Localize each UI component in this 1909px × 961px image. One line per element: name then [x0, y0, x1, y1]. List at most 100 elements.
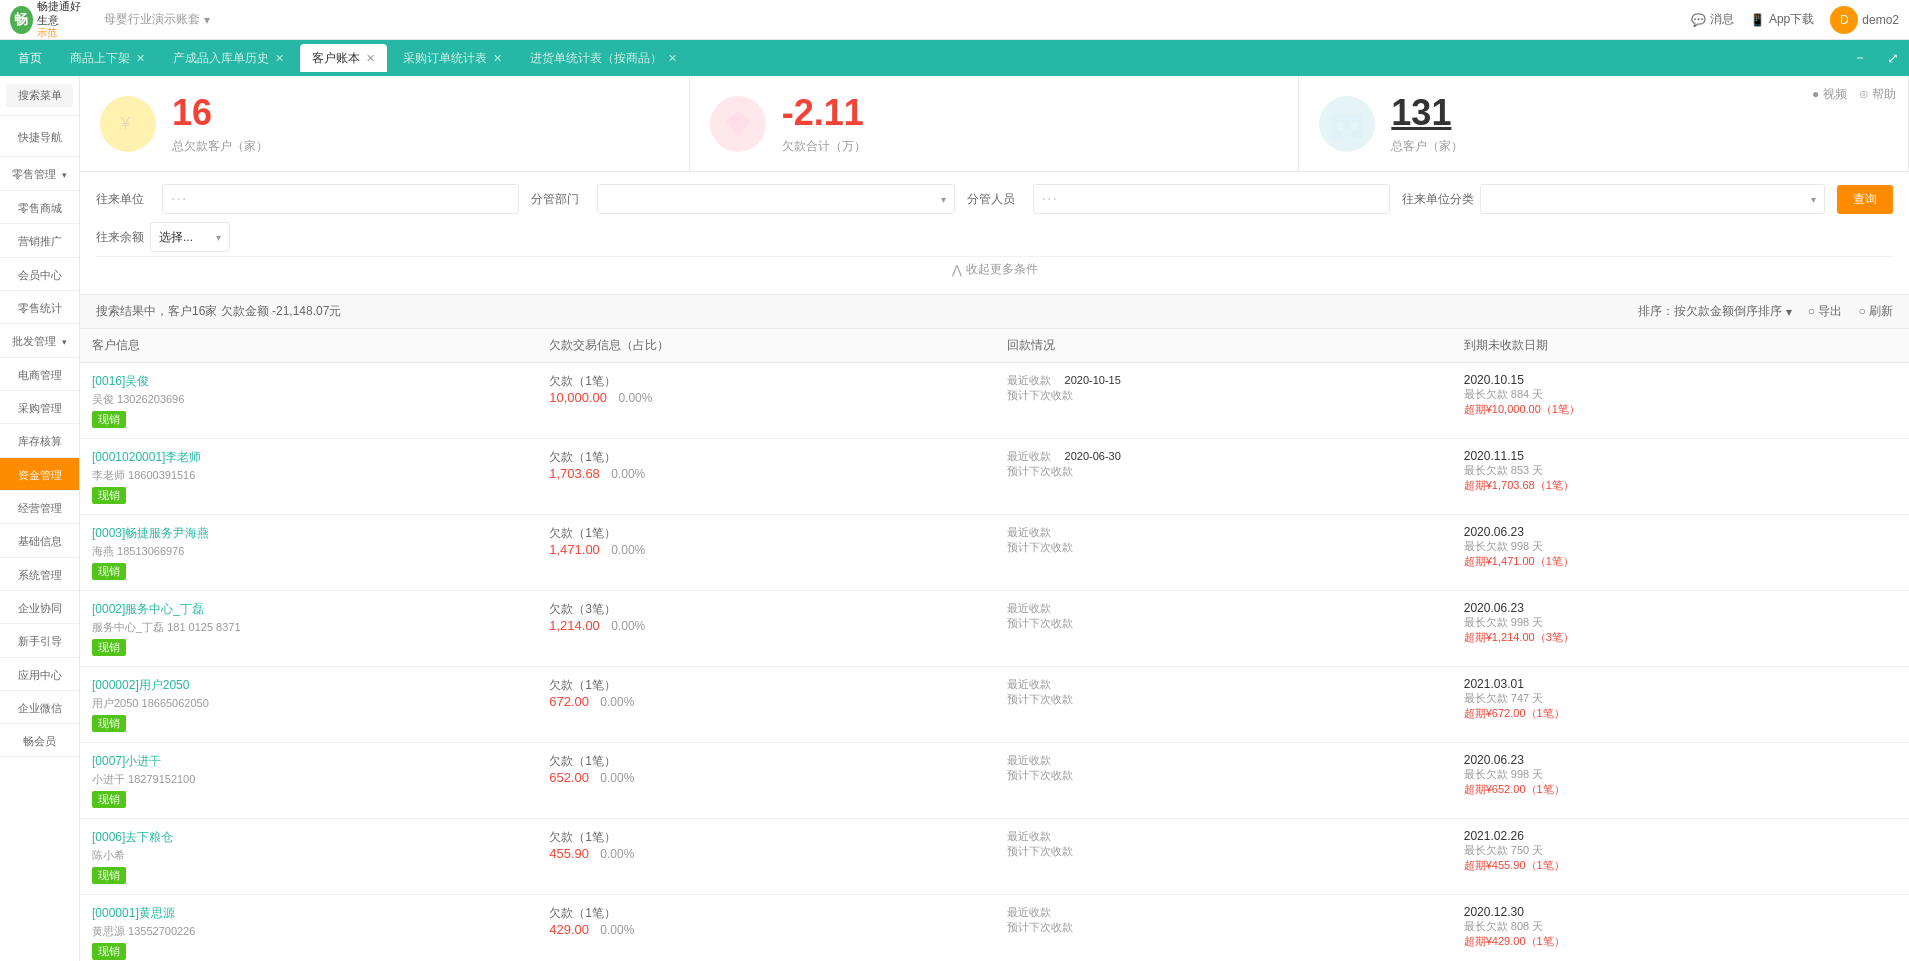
search-button[interactable]: 查询 — [1837, 185, 1893, 214]
debt-count-3: 欠款（3笔） — [549, 601, 982, 618]
svg-text:¥: ¥ — [120, 115, 130, 132]
sidebar-item-system[interactable]: 系统管理 — [0, 558, 79, 591]
debt-amount-3[interactable]: 1,214.00 — [549, 618, 600, 633]
overdue-amount-5[interactable]: 超期¥652.00（1笔） — [1464, 782, 1897, 797]
sidebar-item-basic-info[interactable]: 基础信息 — [0, 524, 79, 557]
customer-name-4[interactable]: [000002]用户2050 — [92, 677, 525, 694]
sidebar-item-retail-stats[interactable]: 零售统计 — [0, 291, 79, 324]
cell-customer-6: [0006]去下粮仓 陈小希 现销 — [80, 819, 537, 895]
help-btn[interactable]: ⊙ 帮助 — [1859, 86, 1896, 103]
debt-amount-1[interactable]: 1,703.68 — [549, 466, 600, 481]
debt-amount-7[interactable]: 429.00 — [549, 922, 589, 937]
sidebar-item-app-center[interactable]: 应用中心 — [0, 658, 79, 691]
next-collect-3: 预计下次收款 — [1007, 616, 1440, 631]
export-btn[interactable]: ○ 导出 — [1808, 303, 1843, 320]
customer-name-6[interactable]: [0006]去下粮仓 — [92, 829, 525, 846]
overdue-amount-4[interactable]: 超期¥672.00（1笔） — [1464, 706, 1897, 721]
customer-name-2[interactable]: [0003]畅捷服务尹海燕 — [92, 525, 525, 542]
tab-products[interactable]: 商品上下架 ✕ — [58, 44, 157, 72]
due-date-0: 2020.10.15 — [1464, 373, 1897, 387]
main-layout: 搜索菜单 快捷导航 零售管理 ▾ 零售商城营销推广会员中心零售统计批发管理 ▾ 电商… — [0, 76, 1909, 961]
tab-import[interactable]: 进货单统计表（按商品） ✕ — [518, 44, 689, 72]
sidebar-item-new-guide[interactable]: 新手引导 — [0, 624, 79, 657]
customer-name-7[interactable]: [000001]黄思源 — [92, 905, 525, 922]
customer-phone-2: 海燕 18513066976 — [92, 544, 525, 559]
tab-minimize-btn[interactable]: － — [1847, 47, 1873, 69]
tab-customer[interactable]: 客户账本 ✕ — [300, 44, 387, 72]
app-download-btn[interactable]: 📱 App下载 — [1750, 11, 1814, 28]
sort-select[interactable]: 排序：按欠款金额倒序排序 ▾ — [1638, 303, 1792, 320]
tab-close-purchase[interactable]: ✕ — [493, 52, 502, 65]
search-menu-btn[interactable]: 搜索菜单 — [6, 84, 73, 107]
debt-amount-4[interactable]: 672.00 — [549, 694, 589, 709]
sidebar-item-quick-nav[interactable]: 快捷导航 — [0, 120, 79, 152]
sidebar-item-marketing[interactable]: 营销推广 — [0, 224, 79, 257]
sidebar-label-retail-mgmt: 零售管理 ▾ — [6, 167, 73, 182]
customer-name-3[interactable]: [0002]服务中心_丁磊 — [92, 601, 525, 618]
last-collect-2: 最近收款 — [1007, 525, 1440, 540]
person-input[interactable]: ··· — [1033, 184, 1390, 214]
customer-name-5[interactable]: [0007]小进干 — [92, 753, 525, 770]
cell-customer-4: [000002]用户2050 用户2050 18665062050 现销 — [80, 667, 537, 743]
overdue-amount-number: -2.11 — [782, 92, 866, 134]
debt-amount-5[interactable]: 652.00 — [549, 770, 589, 785]
tab-production[interactable]: 产成品入库单历史 ✕ — [161, 44, 296, 72]
building-icon — [1319, 96, 1375, 152]
tab-home[interactable]: 首页 — [6, 44, 54, 72]
sidebar-item-finance[interactable]: 资金管理 — [0, 458, 79, 491]
table-row: [0003]畅捷服务尹海燕 海燕 18513066976 现销 欠款（1笔） 1… — [80, 515, 1909, 591]
filter-department: 分管部门 ▾ — [531, 184, 954, 214]
sidebar-item-retail-mall[interactable]: 零售商城 — [0, 191, 79, 224]
sidebar-item-vip[interactable]: 畅会员 — [0, 724, 79, 757]
overdue-amount-6[interactable]: 超期¥455.90（1笔） — [1464, 858, 1897, 873]
sidebar-label-vip: 畅会员 — [6, 734, 73, 748]
sidebar-item-batch-mgmt[interactable]: 批发管理 ▾ — [0, 324, 79, 358]
sidebar-item-ops-mgmt[interactable]: 经营管理 — [0, 491, 79, 524]
sidebar-label-ops-mgmt: 经营管理 — [6, 501, 73, 515]
sidebar-item-inventory[interactable]: 库存核算 — [0, 424, 79, 457]
refresh-btn[interactable]: ○ 刷新 — [1858, 303, 1893, 320]
sidebar-item-wechat-work[interactable]: 企业微信 — [0, 691, 79, 724]
tab-purchase[interactable]: 采购订单统计表 ✕ — [391, 44, 514, 72]
tab-close-customer[interactable]: ✕ — [366, 52, 375, 65]
stat-overdue-customers: ¥ 16 总欠款客户（家） — [80, 76, 690, 171]
overdue-amount-2[interactable]: 超期¥1,471.00（1笔） — [1464, 554, 1897, 569]
customer-name-0[interactable]: [0016]吴俊 — [92, 373, 525, 390]
source-unit-input[interactable]: ··· — [162, 184, 519, 214]
overdue-amount-3[interactable]: 超期¥1,214.00（3笔） — [1464, 630, 1897, 645]
next-collect-5: 预计下次收款 — [1007, 768, 1440, 783]
sidebar: 搜索菜单 快捷导航 零售管理 ▾ 零售商城营销推广会员中心零售统计批发管理 ▾ 电商… — [0, 76, 80, 961]
company-selector[interactable]: 母婴行业演示账套 ▾ — [100, 11, 210, 28]
debt-amount-2[interactable]: 1,471.00 — [549, 542, 600, 557]
video-btn[interactable]: ● 视频 — [1812, 86, 1847, 103]
user-menu[interactable]: D demo2 — [1830, 6, 1899, 34]
sidebar-item-purchase-mgmt[interactable]: 采购管理 — [0, 391, 79, 424]
overdue-amount-1[interactable]: 超期¥1,703.68（1笔） — [1464, 478, 1897, 493]
total-customers-label: 总客户（家） — [1391, 138, 1463, 155]
department-select[interactable]: ▾ — [597, 184, 954, 214]
collapse-filter-btn[interactable]: ⋀ 收起更多条件 — [96, 256, 1893, 282]
sidebar-item-enterprise[interactable]: 企业协同 — [0, 591, 79, 624]
overdue-amount-7[interactable]: 超期¥429.00（1笔） — [1464, 934, 1897, 949]
cell-collection-6: 最近收款 预计下次收款 — [995, 819, 1452, 895]
balance-select[interactable]: 选择... ▾ — [150, 222, 230, 252]
sidebar-item-ecommerce[interactable]: 电商管理 — [0, 358, 79, 391]
customer-name-1[interactable]: [0001020001]李老师 — [92, 449, 525, 466]
tab-maximize-btn[interactable]: ⤢ — [1881, 48, 1905, 68]
sidebar-item-member-center[interactable]: 会员中心 — [0, 258, 79, 291]
tab-close-products[interactable]: ✕ — [136, 52, 145, 65]
message-btn[interactable]: 💬 消息 — [1691, 11, 1734, 28]
next-collect-0: 预计下次收款 — [1007, 388, 1440, 403]
debt-count-2: 欠款（1笔） — [549, 525, 982, 542]
debt-amount-6[interactable]: 455.90 — [549, 846, 589, 861]
sidebar-item-retail-mgmt[interactable]: 零售管理 ▾ — [0, 157, 79, 191]
overdue-amount-0[interactable]: 超期¥10,000.00（1笔） — [1464, 402, 1897, 417]
overdue-customers-number: 16 — [172, 92, 268, 134]
unit-category-select[interactable]: ▾ — [1480, 184, 1825, 214]
overdue-days-0: 最长欠款 884 天 — [1464, 387, 1897, 402]
tab-close-production[interactable]: ✕ — [275, 52, 284, 65]
sidebar-label-batch-mgmt: 批发管理 ▾ — [6, 334, 73, 349]
tab-close-import[interactable]: ✕ — [668, 52, 677, 65]
customer-phone-1: 李老师 18600391516 — [92, 468, 525, 483]
debt-amount-0[interactable]: 10,000.00 — [549, 390, 607, 405]
